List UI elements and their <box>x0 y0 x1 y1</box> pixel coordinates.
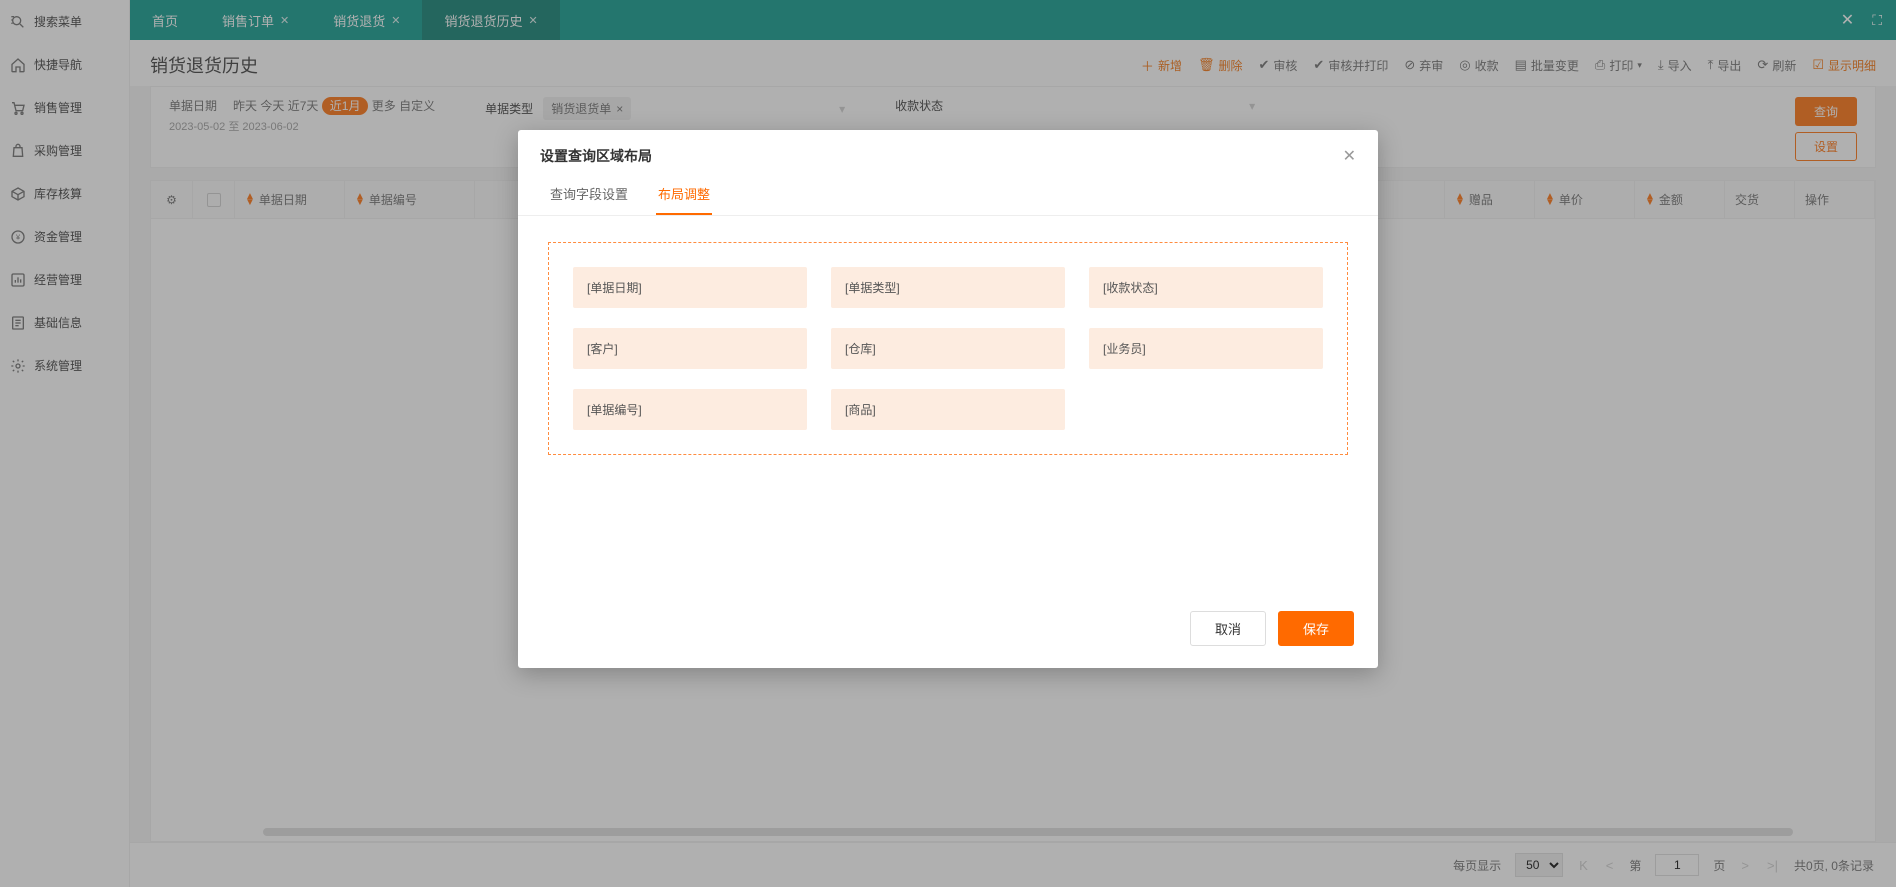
modal-close-icon[interactable]: ✕ <box>1343 146 1356 166</box>
layout-field-card[interactable]: [商品] <box>831 389 1065 430</box>
layout-field-card[interactable]: [单据日期] <box>573 267 807 308</box>
modal-overlay: 设置查询区域布局 ✕ 查询字段设置布局调整 [单据日期] [单据类型] [收款状态]… <box>0 0 1896 887</box>
layout-grid: [单据日期] [单据类型] [收款状态] [客户] [仓库] [业务员] [单据编号] [商品… <box>548 242 1348 455</box>
cancel-button[interactable]: 取消 <box>1190 611 1266 646</box>
modal-title: 设置查询区域布局 <box>540 146 652 166</box>
layout-settings-modal: 设置查询区域布局 ✕ 查询字段设置布局调整 [单据日期] [单据类型] [收款状态]… <box>518 130 1378 668</box>
layout-field-card[interactable]: [业务员] <box>1089 328 1323 369</box>
layout-field-card[interactable]: [收款状态] <box>1089 267 1323 308</box>
layout-field-card[interactable]: [客户] <box>573 328 807 369</box>
modal-tab[interactable]: 布局调整 <box>656 184 712 215</box>
modal-tabs: 查询字段设置布局调整 <box>518 174 1378 216</box>
layout-field-card[interactable]: [单据类型] <box>831 267 1065 308</box>
modal-tab[interactable]: 查询字段设置 <box>548 184 630 215</box>
save-button[interactable]: 保存 <box>1278 611 1354 646</box>
layout-field-card[interactable]: [仓库] <box>831 328 1065 369</box>
layout-field-card[interactable]: [单据编号] <box>573 389 807 430</box>
